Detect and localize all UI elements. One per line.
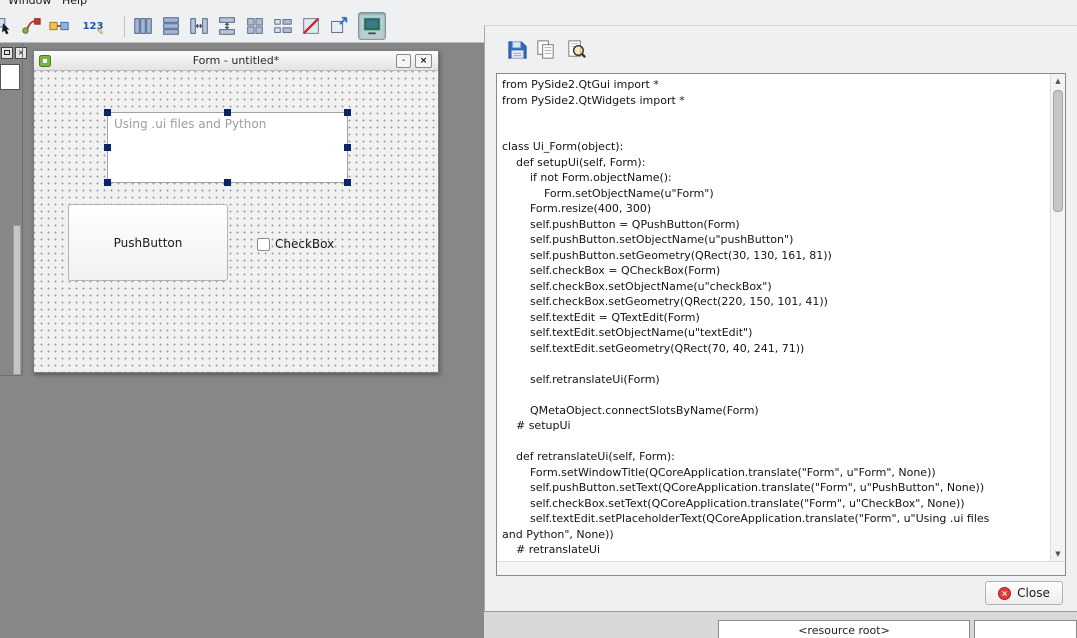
preview-button[interactable] <box>358 12 386 40</box>
find-icon <box>565 38 588 61</box>
layout-horizontal-splitter-button[interactable] <box>186 13 212 39</box>
pushbutton-label: PushButton <box>114 236 183 250</box>
save-button[interactable] <box>504 36 530 62</box>
adjust-size-icon <box>328 15 350 37</box>
pushbutton-widget[interactable]: PushButton <box>68 204 228 281</box>
code-view: from PySide2.QtGui import * from PySide2… <box>496 73 1066 576</box>
splitter-vertical-icon <box>216 15 238 37</box>
close-button-label: Close <box>1017 586 1050 600</box>
form-layout-icon <box>272 15 294 37</box>
dock-edge-divider-bottom <box>0 375 22 376</box>
horizontal-scrollbar[interactable] <box>497 561 1065 575</box>
dock-float-button[interactable] <box>1 47 13 59</box>
checkbox-box-icon <box>257 238 270 251</box>
form-window: Form - untitled* - × Using .ui files and… <box>33 50 439 373</box>
layout-form-button[interactable] <box>270 13 296 39</box>
close-dialog-button[interactable]: × Close <box>985 581 1063 605</box>
scrollbar-thumb[interactable] <box>1053 90 1063 212</box>
dock-filter-input[interactable] <box>0 64 20 90</box>
dock-scrollbar[interactable] <box>13 225 21 375</box>
selection-handle-bottom-right[interactable] <box>344 179 351 186</box>
toolbar-separator <box>124 16 125 37</box>
menu-help[interactable]: Help <box>62 0 87 7</box>
scroll-up-icon[interactable]: ▲ <box>1051 74 1065 88</box>
edit-widgets-icon <box>0 15 14 37</box>
mdi-area: × Form - untitled* - × Using .ui files a… <box>0 43 484 638</box>
form-canvas[interactable]: Using .ui files and Python PushButton Ch… <box>34 71 438 372</box>
selection-handle-middle-left[interactable] <box>104 144 111 151</box>
scroll-down-icon[interactable]: ▼ <box>1051 547 1065 561</box>
menu-window[interactable]: Window <box>8 0 51 7</box>
layout-horizontally-button[interactable] <box>130 13 156 39</box>
edit-widgets-button[interactable] <box>0 13 16 39</box>
copy-button[interactable] <box>532 36 558 62</box>
checkbox-widget[interactable]: CheckBox <box>257 234 334 254</box>
signal-slot-icon <box>20 15 42 37</box>
layout-vertically-button[interactable] <box>158 13 184 39</box>
buddies-icon <box>48 15 70 37</box>
menubar: Window Help <box>0 0 1077 10</box>
selection-handle-bottom-center[interactable] <box>224 179 231 186</box>
checkbox-label: CheckBox <box>275 237 334 251</box>
dock-edge-divider <box>22 43 23 375</box>
splitter-horizontal-icon <box>188 15 210 37</box>
edit-signals-slots-button[interactable] <box>18 13 44 39</box>
adjust-size-button[interactable] <box>326 13 352 39</box>
resource-preview-box[interactable] <box>974 620 1077 638</box>
break-layout-button[interactable] <box>298 13 324 39</box>
resource-browser: <resource root> <box>484 612 1077 638</box>
selection-handle-top-left[interactable] <box>104 109 111 116</box>
code-preview-dialog: from PySide2.QtGui import * from PySide2… <box>484 25 1077 612</box>
minimize-button[interactable]: - <box>396 54 411 68</box>
close-window-button[interactable]: × <box>415 54 432 68</box>
pencil-icon: ✎ <box>96 28 104 38</box>
selection-handle-bottom-left[interactable] <box>104 179 111 186</box>
resource-root-item[interactable]: <resource root> <box>718 620 970 638</box>
form-window-title: Form - untitled* <box>34 54 438 67</box>
layout-horizontal-icon <box>132 15 154 37</box>
textedit-widget[interactable]: Using .ui files and Python <box>107 112 348 183</box>
code-text[interactable]: from PySide2.QtGui import * from PySide2… <box>497 74 1050 561</box>
copy-icon <box>534 38 557 61</box>
selection-handle-top-right[interactable] <box>344 109 351 116</box>
edit-buddies-button[interactable] <box>46 13 72 39</box>
layout-grid-button[interactable] <box>242 13 268 39</box>
layout-vertical-icon <box>160 15 182 37</box>
save-icon <box>506 38 529 61</box>
find-button[interactable] <box>563 36 589 62</box>
edit-tab-order-button[interactable]: 123 ✎ <box>80 13 106 39</box>
break-layout-icon <box>300 15 322 37</box>
textedit-placeholder-text: Using .ui files and Python <box>108 113 347 135</box>
dock-close-icon: × <box>18 48 25 57</box>
grid-layout-icon <box>244 15 266 37</box>
selection-handle-top-center[interactable] <box>224 109 231 116</box>
preview-icon <box>361 15 383 37</box>
dock-float-icon <box>4 50 10 55</box>
qt-designer-window: Window Help 123 ✎ <box>0 0 1077 638</box>
close-circle-icon: × <box>998 587 1011 600</box>
selection-handle-middle-right[interactable] <box>344 144 351 151</box>
layout-vertical-splitter-button[interactable] <box>214 13 240 39</box>
vertical-scrollbar[interactable]: ▲ ▼ <box>1050 74 1065 561</box>
dock-close-button[interactable]: × <box>15 47 27 59</box>
form-titlebar[interactable]: Form - untitled* - × <box>34 51 438 71</box>
